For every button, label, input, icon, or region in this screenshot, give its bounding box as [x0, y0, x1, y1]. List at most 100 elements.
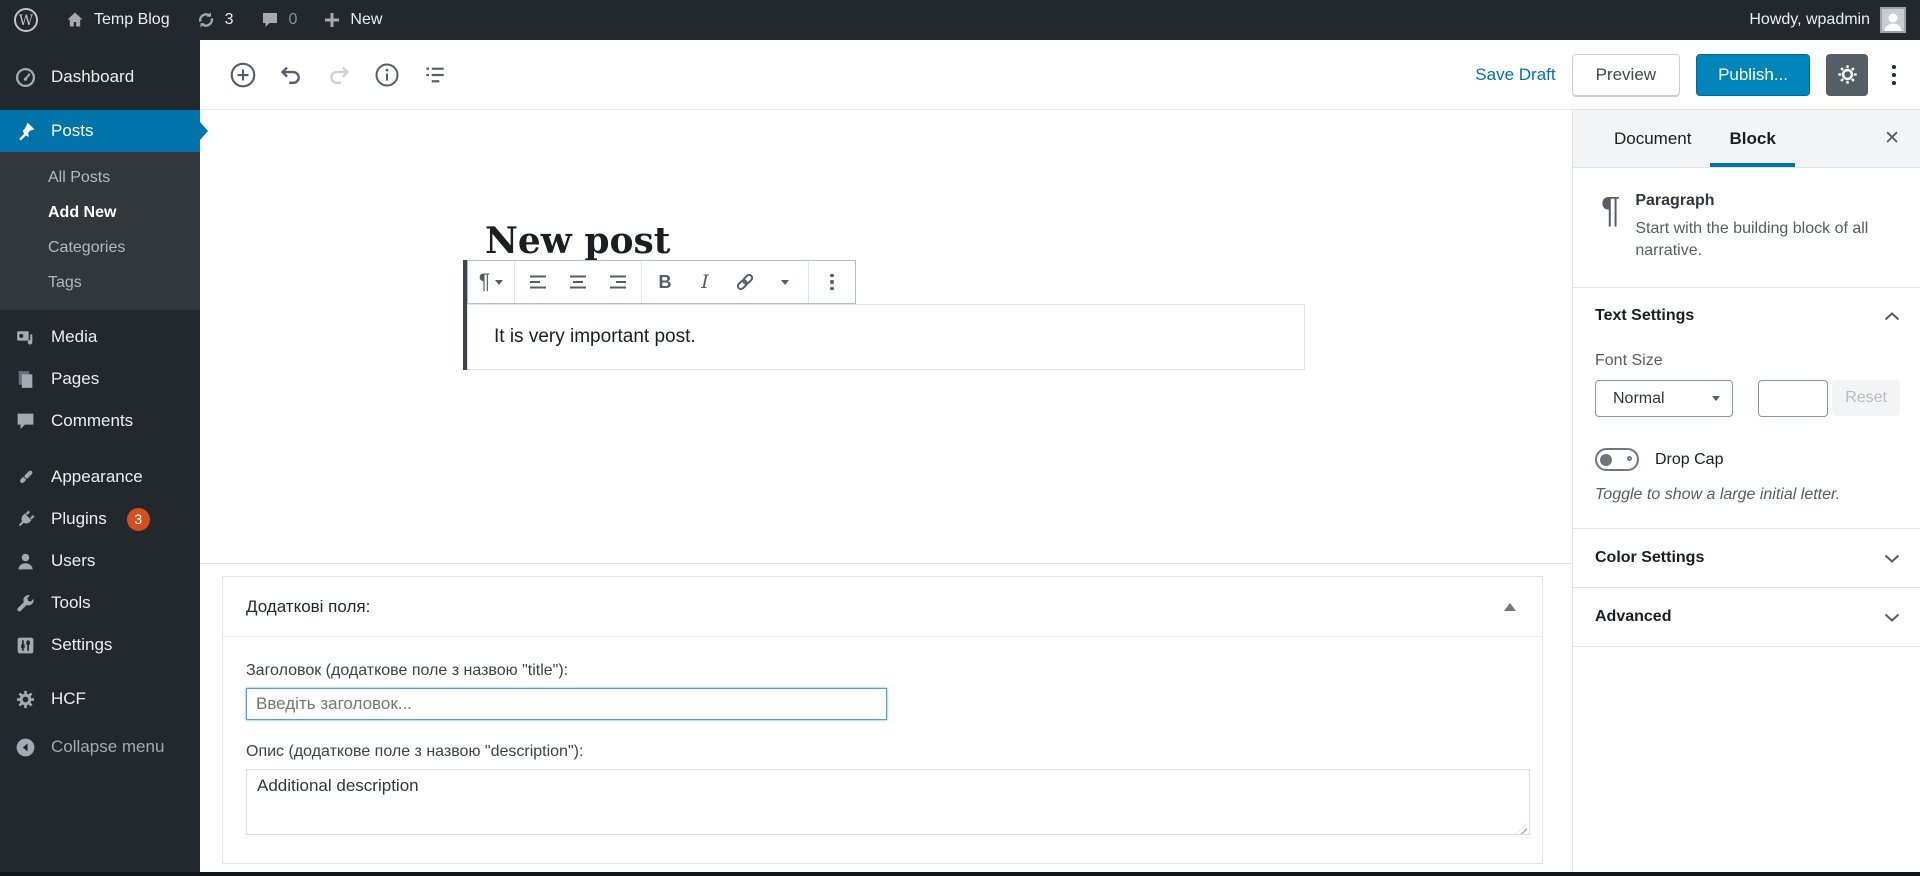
- sidebar-tabs: Document Block ✕: [1573, 110, 1920, 168]
- svg-text:W: W: [19, 13, 34, 29]
- reset-font-size-button[interactable]: Reset: [1832, 380, 1900, 417]
- custom-font-size-input[interactable]: [1758, 380, 1828, 418]
- drop-cap-toggle[interactable]: [1595, 448, 1639, 472]
- align-left-button[interactable]: [518, 261, 558, 303]
- block-card-description: Start with the building block of all nar…: [1635, 220, 1869, 259]
- avatar: [1880, 7, 1906, 33]
- change-block-type-button[interactable]: ¶: [471, 261, 511, 303]
- dashboard-gauge-icon: [12, 67, 38, 88]
- admin-sidebar: Dashboard Posts All Posts Add New Catego…: [0, 40, 208, 876]
- sidebar-item-tools[interactable]: Tools: [0, 582, 200, 624]
- window-bottom-edge: [0, 872, 1920, 876]
- tab-document[interactable]: Document: [1595, 110, 1710, 167]
- admin-bar-account[interactable]: Howdy, wpadmin: [1749, 7, 1920, 33]
- submenu-tags[interactable]: Tags: [0, 265, 200, 300]
- content-structure-button[interactable]: [368, 56, 406, 94]
- post-title-input[interactable]: New post: [485, 220, 670, 262]
- chevron-down-icon: [781, 279, 789, 285]
- text-settings-header[interactable]: Text Settings: [1595, 307, 1900, 325]
- sidebar-item-plugins[interactable]: Plugins 3: [0, 498, 200, 540]
- sidebar-label: Settings: [51, 635, 113, 654]
- submenu-all-posts[interactable]: All Posts: [0, 160, 200, 195]
- updates-menu[interactable]: 3: [183, 0, 247, 40]
- collapse-arrow-icon: [12, 737, 38, 758]
- align-left-icon: [530, 275, 546, 289]
- metabox-area: Додаткові поля: Заголовок (додаткове пол…: [200, 563, 1572, 876]
- wp-logo-menu[interactable]: W: [0, 0, 52, 40]
- align-center-button[interactable]: [558, 261, 598, 303]
- block-navigation-button[interactable]: [416, 56, 454, 94]
- sidebar-item-appearance[interactable]: Appearance: [0, 456, 200, 498]
- sidebar-label: Plugins: [51, 509, 107, 528]
- custom-field-description-textarea[interactable]: Additional description: [246, 769, 1530, 835]
- color-settings-header[interactable]: Color Settings: [1595, 549, 1900, 567]
- collapse-triangle-icon[interactable]: [1504, 602, 1516, 611]
- ellipsis-vertical-icon: [822, 273, 842, 291]
- submenu-categories[interactable]: Categories: [0, 230, 200, 265]
- custom-field-title-input[interactable]: [246, 688, 887, 720]
- sidebar-item-users[interactable]: Users: [0, 540, 200, 582]
- tab-block[interactable]: Block: [1710, 110, 1794, 167]
- align-right-button[interactable]: [598, 261, 638, 303]
- updates-count: 3: [224, 11, 234, 28]
- sidebar-item-dashboard[interactable]: Dashboard: [0, 56, 200, 98]
- sidebar-label: Media: [51, 327, 98, 346]
- drop-cap-help-text: Toggle to show a large initial letter.: [1595, 486, 1841, 504]
- site-name-menu[interactable]: Temp Blog: [52, 0, 183, 40]
- custom-fields-postbox-header[interactable]: Додаткові поля:: [223, 577, 1542, 637]
- paragraph-block-text[interactable]: It is very important post.: [494, 326, 696, 348]
- redo-button[interactable]: [320, 56, 358, 94]
- paragraph-block[interactable]: It is very important post.: [467, 304, 1305, 370]
- admin-bar: W Temp Blog 3 0 New Howdy, wpadmin: [0, 0, 1920, 40]
- advanced-header[interactable]: Advanced: [1595, 608, 1900, 626]
- undo-button[interactable]: [272, 56, 310, 94]
- advanced-panel: Advanced: [1573, 588, 1920, 648]
- block-inserter-button[interactable]: [224, 56, 262, 94]
- plugins-update-badge: 3: [126, 507, 150, 531]
- more-tools-button[interactable]: [1884, 64, 1904, 85]
- new-content-menu[interactable]: New: [310, 0, 395, 40]
- custom-field-description-label: Опис (додаткове поле з назвою "descripti…: [246, 743, 584, 760]
- howdy-label: Howdy, wpadmin: [1749, 11, 1870, 28]
- brush-icon: [12, 467, 38, 488]
- undo-icon: [280, 66, 300, 84]
- chevron-down-icon: [1712, 396, 1720, 402]
- gear-icon: [12, 689, 38, 710]
- align-center-icon: [570, 275, 586, 289]
- sidebar-item-comments[interactable]: Comments: [0, 400, 200, 442]
- publish-button[interactable]: Publish...: [1696, 53, 1810, 96]
- chevron-down-icon: [1884, 613, 1900, 622]
- plug-icon: [12, 509, 38, 530]
- font-size-select[interactable]: Normal: [1595, 380, 1733, 418]
- block-description-card: ¶ Paragraph Start with the building bloc…: [1573, 168, 1920, 289]
- italic-button[interactable]: I: [685, 261, 725, 303]
- sidebar-item-media[interactable]: Media: [0, 316, 200, 358]
- save-draft-button[interactable]: Save Draft: [1475, 65, 1555, 85]
- user-icon: [12, 551, 38, 572]
- comments-menu[interactable]: 0: [247, 0, 311, 40]
- gear-icon: [1837, 65, 1857, 84]
- settings-gear-button[interactable]: [1826, 53, 1868, 96]
- advanced-title: Advanced: [1595, 608, 1672, 626]
- sidebar-item-pages[interactable]: Pages: [0, 358, 200, 400]
- bold-button[interactable]: B: [645, 261, 685, 303]
- sidebar-item-settings[interactable]: Settings: [0, 624, 200, 666]
- block-more-options-button[interactable]: [812, 261, 852, 303]
- collapse-menu-label: Collapse menu: [51, 737, 165, 756]
- formatting-dropdown-button[interactable]: [765, 261, 805, 303]
- sidebar-label: Pages: [51, 369, 100, 388]
- submenu-add-new[interactable]: Add New: [0, 195, 200, 230]
- sidebar-label: Comments: [51, 411, 134, 430]
- sidebar-item-posts[interactable]: Posts: [0, 110, 208, 152]
- pages-icon: [12, 369, 38, 390]
- sidebar-item-hcf[interactable]: HCF: [0, 678, 200, 720]
- comment-bubble-icon: [260, 10, 280, 30]
- link-chain-icon: [736, 273, 754, 291]
- close-sidebar-button[interactable]: ✕: [1878, 110, 1906, 167]
- sidebar-label: Users: [51, 551, 96, 570]
- link-button[interactable]: [725, 261, 765, 303]
- sidebar-label: Appearance: [51, 467, 143, 486]
- preview-button[interactable]: Preview: [1571, 53, 1681, 96]
- color-settings-title: Color Settings: [1595, 549, 1705, 567]
- collapse-menu-button[interactable]: Collapse menu: [0, 726, 200, 768]
